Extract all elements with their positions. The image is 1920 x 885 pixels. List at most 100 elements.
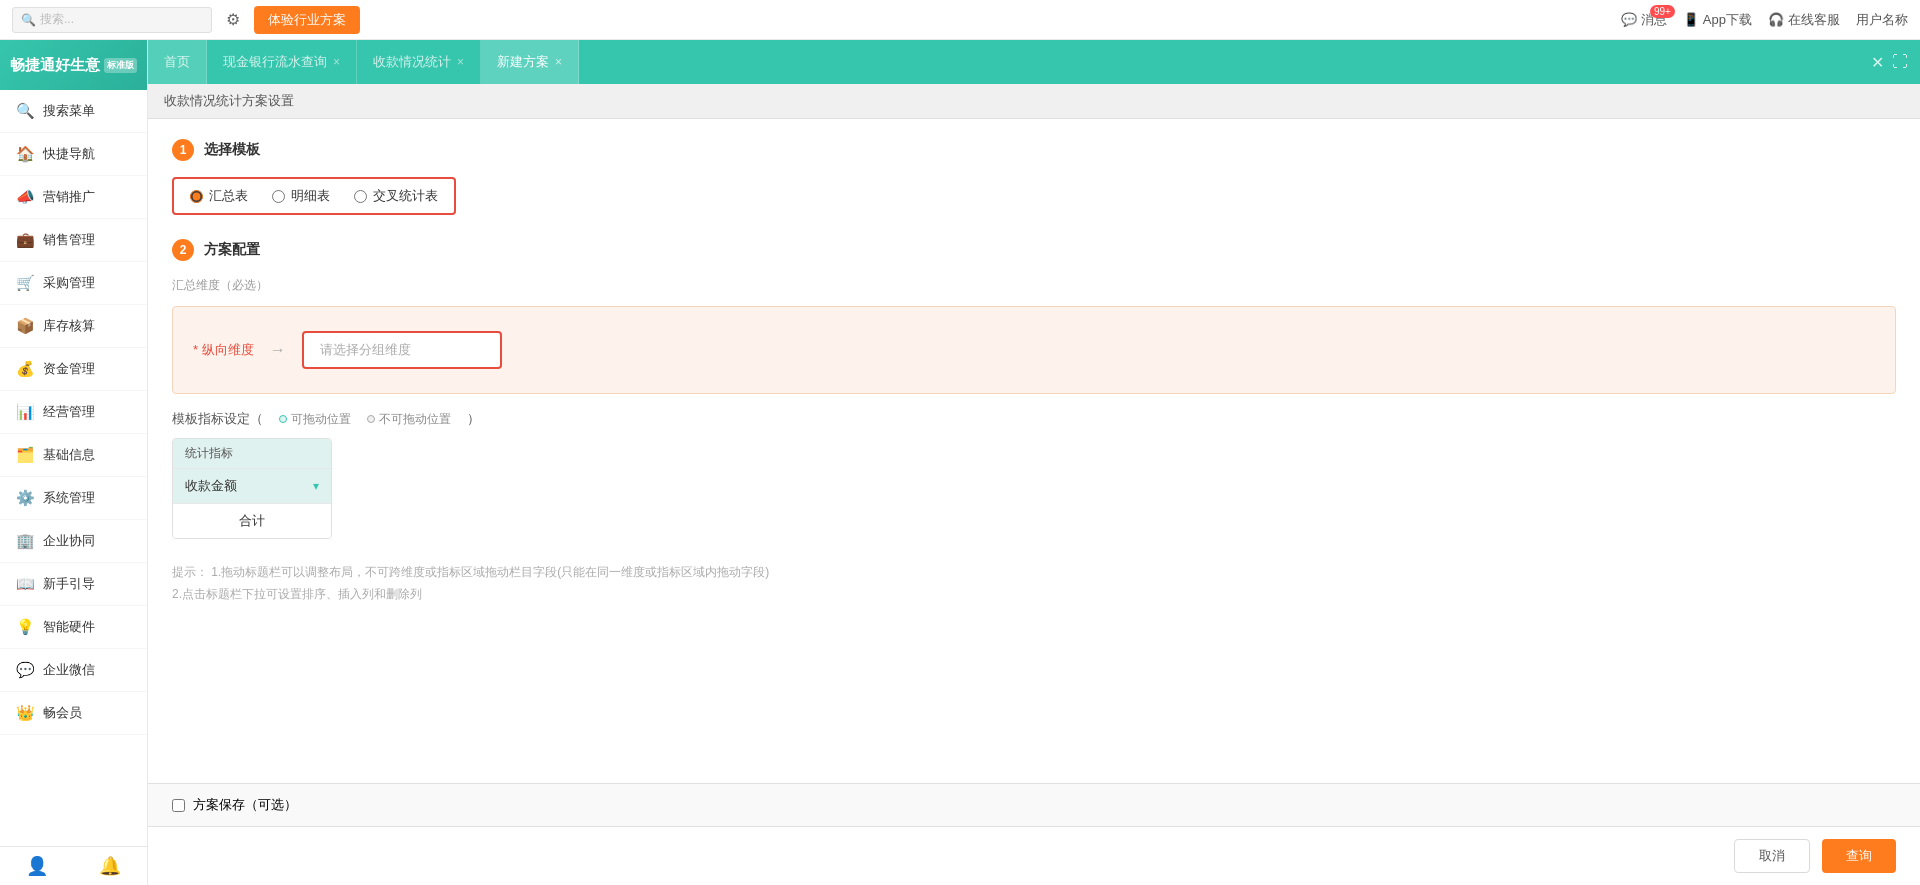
save-label: 方案保存（可选） (193, 796, 297, 814)
sidebar-item-member[interactable]: 👑 畅会员 (0, 692, 147, 735)
radio-detail-label: 明细表 (291, 187, 330, 205)
top-header: 🔍 搜索... ⚙ 体验行业方案 💬 消息 99+ 📱 App下载 🎧 在线客服… (0, 0, 1920, 40)
save-checkbox[interactable] (172, 799, 185, 812)
message-icon-area[interactable]: 💬 消息 99+ (1621, 11, 1667, 29)
search-menu-icon: 🔍 (16, 102, 35, 120)
sidebar-item-system[interactable]: ⚙️ 系统管理 (0, 477, 147, 520)
sidebar-item-guide[interactable]: 📖 新手引导 (0, 563, 147, 606)
sidebar-item-hardware[interactable]: 💡 智能硬件 (0, 606, 147, 649)
member-icon: 👑 (16, 704, 35, 722)
sidebar-item-nav[interactable]: 🏠 快捷导航 (0, 133, 147, 176)
tab-cash-flow-close[interactable]: × (333, 55, 340, 69)
sidebar-item-label-purchase: 采购管理 (43, 274, 95, 292)
sidebar-item-marketing[interactable]: 📣 营销推广 (0, 176, 147, 219)
sidebar-item-label-nav: 快捷导航 (43, 145, 95, 163)
sidebar-item-basic-info[interactable]: 🗂️ 基础信息 (0, 434, 147, 477)
metrics-grid-header-text: 统计指标 (185, 446, 233, 460)
step2-header: 2 方案配置 (172, 239, 1896, 261)
sidebar-item-label-guide: 新手引导 (43, 575, 95, 593)
management-icon: 📊 (16, 403, 35, 421)
metrics-total-label: 合计 (239, 513, 265, 528)
metrics-grid: 统计指标 收款金额 ▾ 合计 (172, 438, 332, 539)
dimension-input-box[interactable]: 请选择分组维度 (302, 331, 502, 369)
message-badge: 99+ (1650, 5, 1675, 18)
tab-collection-stats-close[interactable]: × (457, 55, 464, 69)
breadcrumb-text: 收款情况统计方案设置 (164, 93, 294, 108)
finance-icon: 💰 (16, 360, 35, 378)
footer-bar: 取消 查询 (148, 826, 1920, 885)
radio-summary[interactable]: 汇总表 (190, 187, 248, 205)
sidebar-item-label-system: 系统管理 (43, 489, 95, 507)
sidebar-bottom: 👤 🔔 (0, 846, 147, 885)
dimension-arrow-icon: → (270, 341, 286, 359)
query-button[interactable]: 查询 (1822, 839, 1896, 873)
app-icon: 📱 (1683, 12, 1699, 27)
header-right: 💬 消息 99+ 📱 App下载 🎧 在线客服 用户名称 (1621, 11, 1908, 29)
sidebar-item-label-hardware: 智能硬件 (43, 618, 95, 636)
radio-detail-input[interactable] (272, 190, 285, 203)
metrics-cell-label: 收款金额 (185, 477, 237, 495)
search-bar[interactable]: 🔍 搜索... (12, 7, 212, 33)
step2-title: 方案配置 (204, 241, 260, 259)
inventory-icon: 📦 (16, 317, 35, 335)
metrics-label-close: ） (467, 410, 480, 428)
service-icon: 🎧 (1768, 12, 1784, 27)
chevron-down-icon[interactable]: ▾ (313, 479, 319, 493)
search-placeholder-text: 搜索... (40, 11, 74, 28)
hint-text-area: 提示： 1.拖动标题栏可以调整布局，不可跨维度或指标区域拖动栏目字段(只能在同一… (172, 562, 1896, 605)
tab-close-all-icon[interactable]: ✕ (1871, 53, 1884, 72)
dimension-label-text: 汇总维度（必选） (172, 278, 268, 292)
no-drag-label: 不可拖动位置 (379, 411, 451, 428)
tab-maximize-icon[interactable]: ⛶ (1892, 53, 1908, 71)
message-icon: 💬 (1621, 12, 1637, 27)
tab-cash-flow[interactable]: 现金银行流水查询 × (207, 40, 357, 84)
drag-dot (279, 415, 287, 423)
tab-home[interactable]: 首页 (148, 40, 207, 84)
tab-new-plan[interactable]: 新建方案 × (481, 40, 579, 84)
template-select-row: 汇总表 明细表 交叉统计表 (172, 177, 456, 215)
sidebar-item-enterprise[interactable]: 🏢 企业协同 (0, 520, 147, 563)
radio-cross[interactable]: 交叉统计表 (354, 187, 438, 205)
sidebar-item-label-marketing: 营销推广 (43, 188, 95, 206)
sidebar-item-label-search: 搜索菜单 (43, 102, 95, 120)
cancel-button[interactable]: 取消 (1734, 839, 1810, 873)
radio-cross-input[interactable] (354, 190, 367, 203)
sidebar-bottom-icon-right[interactable]: 🔔 (99, 855, 121, 877)
settings-icon[interactable]: ⚙ (220, 7, 246, 33)
radio-summary-input[interactable] (190, 190, 203, 203)
dimension-area: 纵向维度 → 请选择分组维度 (172, 306, 1896, 394)
step1-section: 1 选择模板 汇总表 明细表 (172, 139, 1896, 215)
vertical-dim-label: 纵向维度 (193, 341, 254, 359)
sidebar-item-label-enterprise: 企业协同 (43, 532, 95, 550)
sidebar-item-search[interactable]: 🔍 搜索菜单 (0, 90, 147, 133)
sidebar-item-label-management: 经营管理 (43, 403, 95, 421)
trial-button[interactable]: 体验行业方案 (254, 6, 360, 34)
tab-bar-right: ✕ ⛶ (1871, 40, 1920, 84)
sidebar-item-finance[interactable]: 💰 资金管理 (0, 348, 147, 391)
weixin-icon: 💬 (16, 661, 35, 679)
app-download-area[interactable]: 📱 App下载 (1683, 11, 1752, 29)
basic-info-icon: 🗂️ (16, 446, 35, 464)
tab-collection-stats[interactable]: 收款情况统计 × (357, 40, 481, 84)
sidebar-item-sales[interactable]: 💼 销售管理 (0, 219, 147, 262)
online-service-area[interactable]: 🎧 在线客服 (1768, 11, 1840, 29)
sidebar-item-purchase[interactable]: 🛒 采购管理 (0, 262, 147, 305)
sidebar-item-label-member: 畅会员 (43, 704, 82, 722)
metrics-label-text: 模板指标设定（ (172, 410, 263, 428)
tab-new-plan-close[interactable]: × (555, 55, 562, 69)
sidebar-item-inventory[interactable]: 📦 库存核算 (0, 305, 147, 348)
sidebar-item-management[interactable]: 📊 经营管理 (0, 391, 147, 434)
metrics-grid-cell[interactable]: 收款金额 ▾ (173, 468, 331, 503)
sales-icon: 💼 (16, 231, 35, 249)
sidebar-bottom-icon-left[interactable]: 👤 (26, 855, 48, 877)
sidebar-item-label-inventory: 库存核算 (43, 317, 95, 335)
sidebar-item-weixin[interactable]: 💬 企业微信 (0, 649, 147, 692)
radio-detail[interactable]: 明细表 (272, 187, 330, 205)
step1-header: 1 选择模板 (172, 139, 1896, 161)
service-label: 在线客服 (1788, 11, 1840, 29)
user-name[interactable]: 用户名称 (1856, 11, 1908, 29)
step1-number: 1 (172, 139, 194, 161)
dimension-config-label: 汇总维度（必选） (172, 277, 1896, 294)
tab-bar: 首页 现金银行流水查询 × 收款情况统计 × 新建方案 × ✕ ⛶ (148, 40, 1920, 84)
tab-cash-flow-label: 现金银行流水查询 (223, 53, 327, 71)
